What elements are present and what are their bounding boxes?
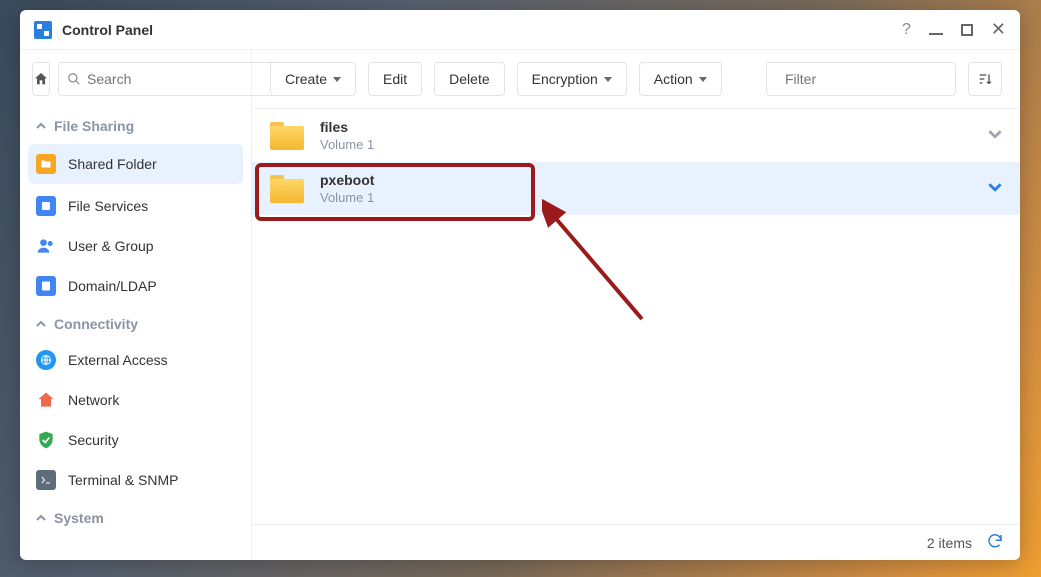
caret-down-icon xyxy=(699,77,707,82)
sidebar-search[interactable] xyxy=(58,62,277,96)
sidebar-item-user-group[interactable]: User & Group xyxy=(20,226,251,266)
filter-field[interactable] xyxy=(766,62,956,96)
sidebar-item-label: External Access xyxy=(68,352,168,368)
folder-name: pxeboot xyxy=(320,172,972,188)
category-label: System xyxy=(54,510,104,526)
help-icon[interactable]: ? xyxy=(902,21,911,39)
sidebar-item-terminal-snmp[interactable]: Terminal & SNMP xyxy=(20,460,251,500)
filter-input[interactable] xyxy=(785,71,966,87)
delete-button[interactable]: Delete xyxy=(434,62,504,96)
folder-location: Volume 1 xyxy=(320,137,972,152)
sidebar-item-label: User & Group xyxy=(68,238,154,254)
statusbar: 2 items xyxy=(252,524,1020,560)
control-panel-window: Control Panel ? ✕ File Sharin xyxy=(20,10,1020,560)
minimize-button[interactable] xyxy=(929,33,943,35)
folder-icon xyxy=(270,175,304,203)
sidebar-item-domain-ldap[interactable]: Domain/LDAP xyxy=(20,266,251,306)
sidebar-item-network[interactable]: Network xyxy=(20,380,251,420)
sort-icon xyxy=(977,71,993,87)
chevron-up-icon xyxy=(36,513,46,523)
search-icon xyxy=(67,72,81,86)
sidebar: File Sharing Shared Folder File Services… xyxy=(20,50,252,560)
edit-button[interactable]: Edit xyxy=(368,62,422,96)
toolbar: Create Edit Delete Encryption Action xyxy=(252,50,1020,109)
chevron-down-icon[interactable] xyxy=(988,127,1002,144)
external-access-icon xyxy=(36,350,56,370)
item-count: 2 items xyxy=(927,535,972,551)
folder-icon xyxy=(36,154,56,174)
annotation-arrow xyxy=(542,199,662,329)
folder-name: files xyxy=(320,119,972,135)
user-group-icon xyxy=(36,236,56,256)
category-label: File Sharing xyxy=(54,118,134,134)
list-item[interactable]: files Volume 1 xyxy=(252,109,1020,162)
refresh-button[interactable] xyxy=(986,532,1004,553)
sidebar-item-label: Domain/LDAP xyxy=(68,278,157,294)
encryption-button[interactable]: Encryption xyxy=(517,62,627,96)
sidebar-nav: File Sharing Shared Folder File Services… xyxy=(20,108,251,560)
chevron-up-icon xyxy=(36,319,46,329)
caret-down-icon xyxy=(333,77,341,82)
close-button[interactable]: ✕ xyxy=(991,19,1006,40)
folder-list: files Volume 1 pxeboot Volume 1 xyxy=(252,109,1020,524)
folder-icon xyxy=(270,122,304,150)
sidebar-item-label: Security xyxy=(68,432,119,448)
category-connectivity[interactable]: Connectivity xyxy=(20,306,251,340)
folder-location: Volume 1 xyxy=(320,190,972,205)
home-button[interactable] xyxy=(32,62,50,96)
sidebar-item-label: Network xyxy=(68,392,119,408)
home-icon xyxy=(33,71,49,87)
chevron-up-icon xyxy=(36,121,46,131)
maximize-button[interactable] xyxy=(961,24,973,36)
action-button[interactable]: Action xyxy=(639,62,722,96)
chevron-down-icon[interactable] xyxy=(988,180,1002,197)
refresh-icon xyxy=(986,532,1004,550)
sidebar-item-external-access[interactable]: External Access xyxy=(20,340,251,380)
sidebar-item-label: Shared Folder xyxy=(68,156,157,172)
create-button[interactable]: Create xyxy=(270,62,356,96)
sidebar-item-security[interactable]: Security xyxy=(20,420,251,460)
sidebar-item-file-services[interactable]: File Services xyxy=(20,186,251,226)
sidebar-item-label: File Services xyxy=(68,198,148,214)
network-icon xyxy=(36,390,56,410)
titlebar: Control Panel ? ✕ xyxy=(20,10,1020,50)
sidebar-item-label: Terminal & SNMP xyxy=(68,472,178,488)
window-title: Control Panel xyxy=(62,22,902,38)
search-input[interactable] xyxy=(87,71,268,87)
main-panel: Create Edit Delete Encryption Action xyxy=(252,50,1020,560)
terminal-icon xyxy=(36,470,56,490)
sort-button[interactable] xyxy=(968,62,1002,96)
category-label: Connectivity xyxy=(54,316,138,332)
caret-down-icon xyxy=(604,77,612,82)
category-file-sharing[interactable]: File Sharing xyxy=(20,108,251,142)
category-system[interactable]: System xyxy=(20,500,251,534)
domain-ldap-icon xyxy=(36,276,56,296)
app-icon xyxy=(34,21,52,39)
titlebar-controls: ? ✕ xyxy=(902,19,1006,40)
shield-icon xyxy=(36,430,56,450)
file-services-icon xyxy=(36,196,56,216)
list-item[interactable]: pxeboot Volume 1 xyxy=(252,162,1020,215)
sidebar-item-shared-folder[interactable]: Shared Folder xyxy=(28,144,243,184)
